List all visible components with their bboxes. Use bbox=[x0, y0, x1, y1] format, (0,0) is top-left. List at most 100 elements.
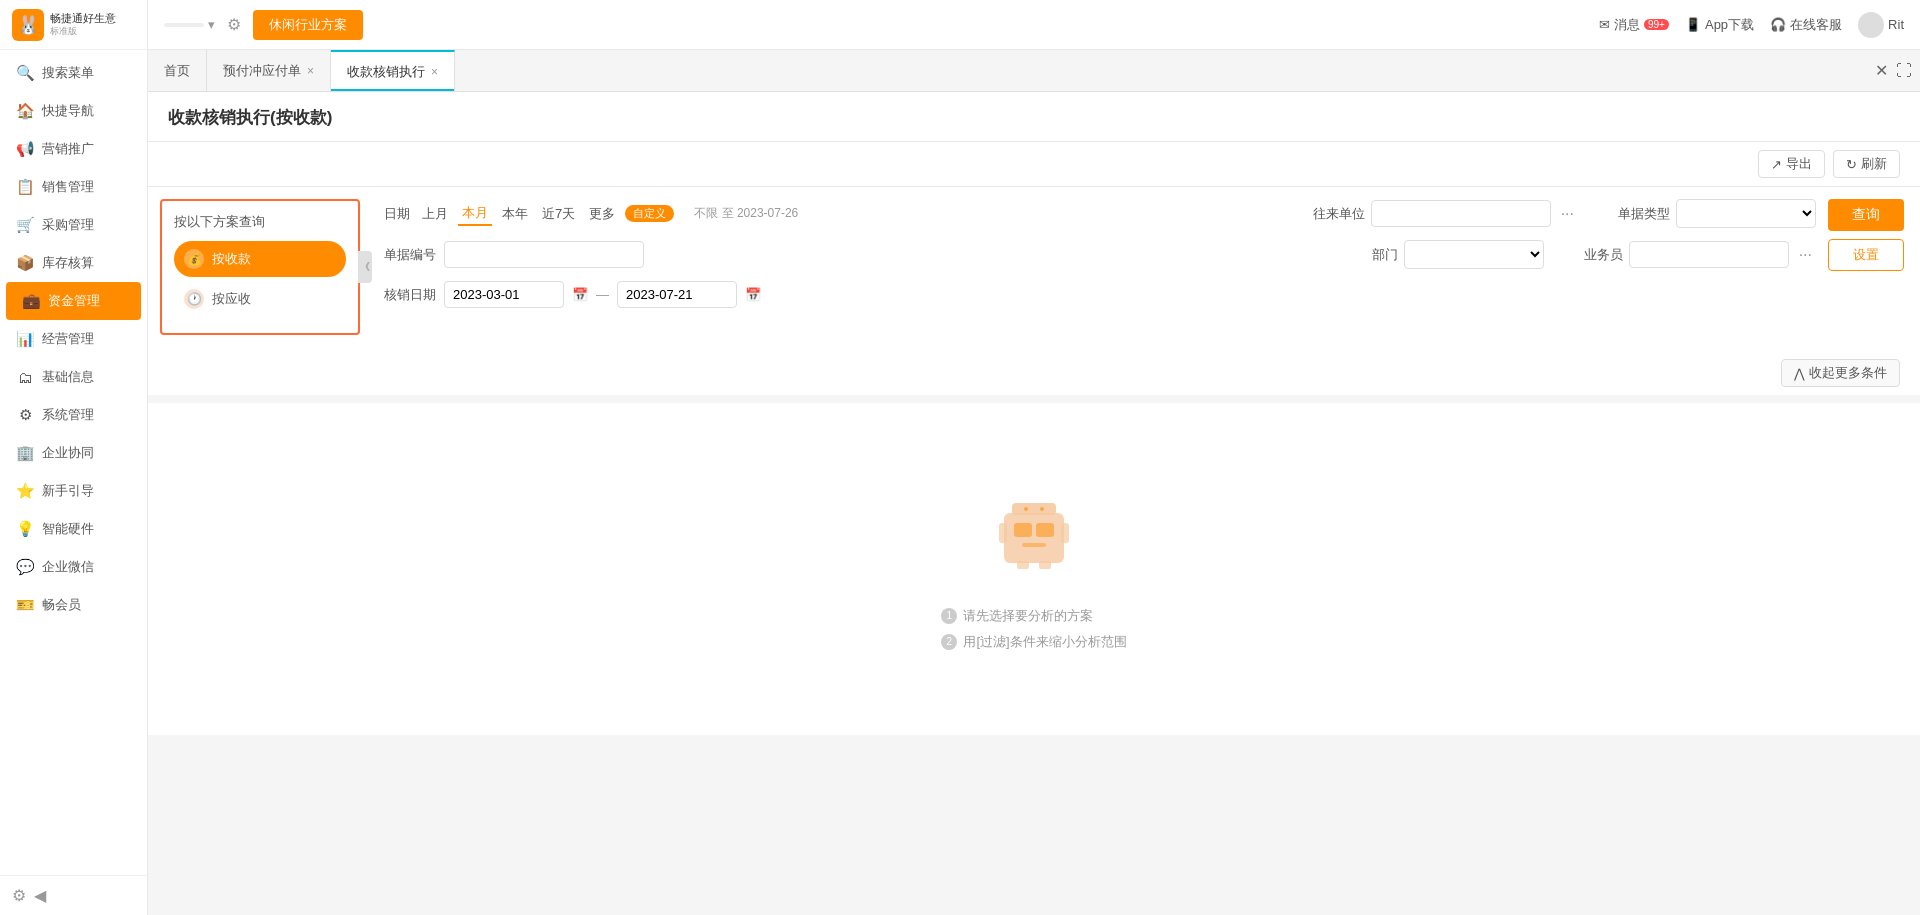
nav-icon-10: 🏢 bbox=[16, 444, 34, 462]
sidebar-item-企业微信[interactable]: 💬 企业微信 bbox=[0, 548, 147, 586]
date-this-month[interactable]: 本月 bbox=[458, 202, 492, 226]
tab-writeoff[interactable]: 收款核销执行 × bbox=[331, 50, 455, 91]
svg-rect-9 bbox=[1017, 561, 1029, 569]
svg-point-5 bbox=[1024, 507, 1028, 511]
dept-label: 部门 bbox=[1372, 246, 1398, 264]
empty-illustration bbox=[984, 483, 1084, 583]
salesperson-ellipsis[interactable]: ··· bbox=[1795, 246, 1816, 264]
empty-step-2-text: 用[过滤]条件来缩小分析范围 bbox=[963, 629, 1126, 655]
settings-icon[interactable]: ⚙ bbox=[12, 886, 26, 905]
sidebar-item-系统管理[interactable]: ⚙系统管理 bbox=[0, 396, 147, 434]
solution-button[interactable]: 休闲行业方案 bbox=[253, 10, 363, 40]
headset-icon: 🎧 bbox=[1770, 17, 1786, 32]
writeoff-start-date[interactable] bbox=[444, 281, 564, 308]
nav-icon-6: 💼 bbox=[22, 292, 40, 310]
counterpart-ellipsis[interactable]: ··· bbox=[1557, 205, 1578, 223]
sidebar-item-快捷导航[interactable]: 🏠快捷导航 bbox=[0, 92, 147, 130]
refresh-icon: ↻ bbox=[1846, 157, 1857, 172]
app-download-item[interactable]: 📱 App下载 bbox=[1685, 16, 1754, 34]
date-last-month[interactable]: 上月 bbox=[418, 203, 452, 225]
topbar-brand: ▾ bbox=[164, 17, 215, 32]
export-button[interactable]: ↗ 导出 bbox=[1758, 150, 1825, 178]
sidebar-item-资金管理[interactable]: 💼资金管理 bbox=[6, 282, 141, 320]
nav-icon-14: 🎫 bbox=[16, 596, 34, 614]
nav-icon-8: 🗂 bbox=[16, 369, 34, 386]
collapse-more-row: ⋀ 收起更多条件 bbox=[148, 355, 1920, 395]
user-item[interactable]: Rit bbox=[1858, 12, 1904, 38]
sidebar-logo: 🐰 畅捷通好生意 标准版 bbox=[0, 0, 147, 50]
message-item[interactable]: ✉ 消息 99+ bbox=[1599, 16, 1669, 34]
nav-label-5: 库存核算 bbox=[42, 254, 94, 272]
logo-icon: 🐰 bbox=[12, 9, 44, 41]
salesperson-input[interactable] bbox=[1629, 241, 1789, 268]
sidebar-item-库存核算[interactable]: 📦 库存核算 bbox=[0, 244, 147, 282]
collapse-more-button[interactable]: ⋀ 收起更多条件 bbox=[1781, 359, 1900, 387]
svg-rect-2 bbox=[1036, 523, 1054, 537]
step-2-num: 2 bbox=[941, 634, 957, 650]
maximize-button[interactable]: ⛶ bbox=[1896, 62, 1912, 80]
filter-option-by-receivable-label: 按应收 bbox=[212, 290, 251, 308]
counterpart-input[interactable] bbox=[1371, 200, 1551, 227]
date-no-limit: 不限 至 2023-07-26 bbox=[694, 205, 798, 222]
empty-step-1-text: 请先选择要分析的方案 bbox=[963, 603, 1093, 629]
sidebar-item-经营管理[interactable]: 📊经营管理 bbox=[0, 320, 147, 358]
sidebar-item-企业协同[interactable]: 🏢企业协同 bbox=[0, 434, 147, 472]
filter-sidebar-collapse[interactable]: 《 bbox=[358, 251, 372, 283]
nav-icon-13: 💬 bbox=[16, 558, 34, 576]
doc-type-label: 单据类型 bbox=[1618, 205, 1670, 223]
receivable-icon: 🕐 bbox=[184, 289, 204, 309]
nav-icon-5: 📦 bbox=[16, 254, 34, 272]
nav-label-8: 基础信息 bbox=[42, 368, 94, 386]
nav-label-14: 畅会员 bbox=[42, 596, 81, 614]
sidebar-item-销售管理[interactable]: 📋销售管理 bbox=[0, 168, 147, 206]
date-subtitle: 不限 至 2023-07-26 bbox=[694, 205, 798, 222]
filter-option-by-receivable[interactable]: 🕐 按应收 bbox=[174, 281, 346, 317]
nav-label-13: 企业微信 bbox=[42, 558, 94, 576]
sidebar-item-智能硬件[interactable]: 💡智能硬件 bbox=[0, 510, 147, 548]
svg-rect-1 bbox=[1014, 523, 1032, 537]
query-button[interactable]: 查询 bbox=[1828, 199, 1904, 231]
collapse-sidebar-icon[interactable]: ◀ bbox=[34, 886, 46, 905]
sidebar-item-新手引导[interactable]: ⭐新手引导 bbox=[0, 472, 147, 510]
phone-icon: 📱 bbox=[1685, 17, 1701, 32]
sidebar-item-搜索菜单[interactable]: 🔍搜索菜单 bbox=[0, 54, 147, 92]
doc-type-select[interactable] bbox=[1676, 199, 1816, 228]
form-row-3: 核销日期 📅 — 📅 bbox=[384, 281, 1816, 308]
tab-home[interactable]: 首页 bbox=[148, 50, 207, 91]
writeoff-start-calendar-icon[interactable]: 📅 bbox=[572, 287, 588, 302]
sidebar-nav: 🔍搜索菜单🏠快捷导航📢营销推广📋销售管理🛒采购管理 📦 库存核算 💼资金管理📊经营管理… bbox=[0, 50, 147, 875]
date-7days[interactable]: 近7天 bbox=[538, 203, 579, 225]
date-range-separator: — bbox=[596, 287, 609, 302]
gear-icon[interactable]: ⚙ bbox=[227, 15, 241, 34]
doc-no-input[interactable] bbox=[444, 241, 644, 268]
sidebar-item-基础信息[interactable]: 🗂 基础信息 bbox=[0, 358, 147, 396]
date-more[interactable]: 更多 bbox=[585, 203, 619, 225]
setting-button[interactable]: 设置 bbox=[1828, 239, 1904, 271]
dept-select[interactable] bbox=[1404, 240, 1544, 269]
writeoff-end-calendar-icon[interactable]: 📅 bbox=[745, 287, 761, 302]
sidebar-item-畅会员[interactable]: 🎫 畅会员 bbox=[0, 586, 147, 624]
empty-steps: 1 请先选择要分析的方案 2 用[过滤]条件来缩小分析范围 bbox=[941, 603, 1126, 655]
online-service-item[interactable]: 🎧 在线客服 bbox=[1770, 16, 1842, 34]
writeoff-end-date[interactable] bbox=[617, 281, 737, 308]
tab-prepay-close[interactable]: × bbox=[307, 64, 314, 78]
nav-icon-4: 🛒 bbox=[16, 216, 34, 234]
refresh-button[interactable]: ↻ 刷新 bbox=[1833, 150, 1900, 178]
sidebar-item-营销推广[interactable]: 📢营销推广 bbox=[0, 130, 147, 168]
counterpart-label: 往来单位 bbox=[1313, 205, 1365, 223]
writeoff-date-field: 核销日期 📅 — 📅 bbox=[384, 281, 761, 308]
date-this-year[interactable]: 本年 bbox=[498, 203, 532, 225]
nav-label-2: 营销推广 bbox=[42, 140, 94, 158]
close-tab-button[interactable]: ✕ bbox=[1875, 61, 1888, 80]
date-label: 日期 bbox=[384, 205, 410, 223]
filter-option-by-receipt[interactable]: 💰 按收款 bbox=[174, 241, 346, 277]
nav-icon-7: 📊 bbox=[16, 330, 34, 348]
tabbar-actions: ✕ ⛶ bbox=[1875, 61, 1920, 80]
sidebar-item-采购管理[interactable]: 🛒采购管理 bbox=[0, 206, 147, 244]
form-row-1: 日期 上月 本月 本年 近7天 更多 自定义 不限 至 2023-07-26 bbox=[384, 199, 1816, 228]
chevron-down-icon[interactable]: ▾ bbox=[208, 17, 215, 32]
topbar-right: ✉ 消息 99+ 📱 App下载 🎧 在线客服 Rit bbox=[1599, 12, 1904, 38]
tab-writeoff-close[interactable]: × bbox=[431, 65, 438, 79]
nav-icon-12: 💡 bbox=[16, 520, 34, 538]
tab-prepay[interactable]: 预付冲应付单 × bbox=[207, 50, 331, 91]
